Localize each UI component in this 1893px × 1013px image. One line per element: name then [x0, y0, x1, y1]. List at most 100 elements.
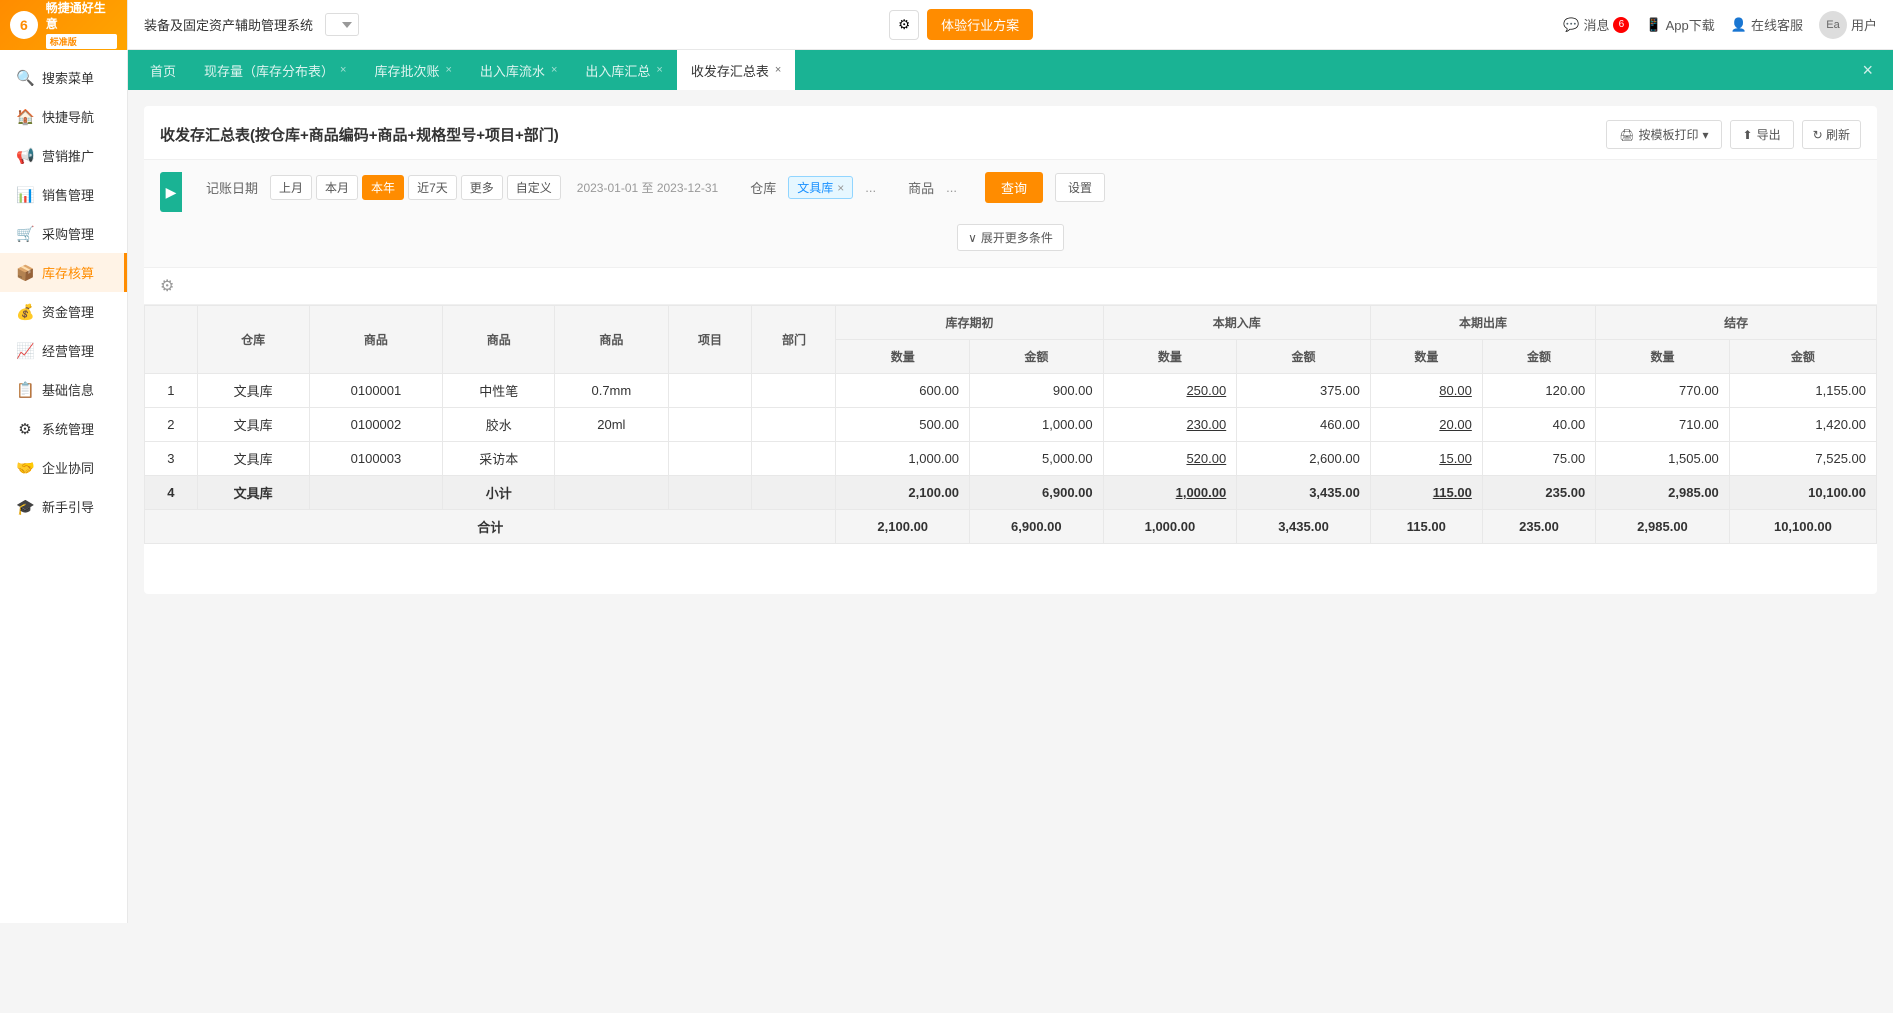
- cell-bal-amt: 1,155.00: [1729, 374, 1876, 408]
- table-settings-icon[interactable]: ⚙: [160, 276, 174, 296]
- sidebar-item-enterprise[interactable]: 🤝 企业协同: [0, 448, 127, 487]
- footer-out-amt: 235.00: [1482, 510, 1595, 544]
- sidebar-label-sales: 销售管理: [42, 185, 94, 204]
- tab-batch-close[interactable]: ×: [445, 64, 451, 76]
- sidebar-item-inventory[interactable]: 📦 库存核算: [0, 253, 127, 292]
- warehouse-tag[interactable]: 文具库 ×: [788, 176, 853, 199]
- sidebar-item-marketing[interactable]: 📢 营销推广: [0, 136, 127, 175]
- th-project: 项目: [668, 306, 752, 374]
- cell-name: 中性笔: [443, 374, 555, 408]
- sidebar-item-sales[interactable]: 📊 销售管理: [0, 175, 127, 214]
- date-btn-thismonth[interactable]: 本月: [316, 175, 358, 200]
- sidebar-item-purchase[interactable]: 🛒 采购管理: [0, 214, 127, 253]
- enterprise-icon: 🤝: [16, 459, 34, 477]
- th-in-amt: 金额: [1237, 340, 1371, 374]
- cell-in-qty: 520.00: [1103, 442, 1237, 476]
- cell-project: [668, 374, 752, 408]
- gear-button[interactable]: ⚙: [889, 10, 919, 40]
- cell-open-qty: 500.00: [836, 408, 970, 442]
- sidebar-item-finance[interactable]: 💰 资金管理: [0, 292, 127, 331]
- sidebar-label-operations: 经营管理: [42, 341, 94, 360]
- sidebar-item-guide[interactable]: 🎓 新手引导: [0, 487, 127, 526]
- tab-stock-summary-close[interactable]: ×: [775, 64, 781, 76]
- tab-summary[interactable]: 出入库汇总 ×: [571, 50, 676, 90]
- marketing-icon: 📢: [16, 147, 34, 165]
- online-service-button[interactable]: 👤 在线客服: [1731, 15, 1803, 34]
- message-icon: 💬: [1563, 17, 1579, 33]
- table-row: 1 文具库 0100001 中性笔 0.7mm 600.00 900.00 25…: [145, 374, 1877, 408]
- date-btn-custom[interactable]: 自定义: [507, 175, 561, 200]
- experience-button[interactable]: 体验行业方案: [927, 9, 1033, 40]
- date-btn-lastmonth[interactable]: 上月: [270, 175, 312, 200]
- system-select[interactable]: [325, 13, 359, 36]
- date-btn-7days[interactable]: 近7天: [408, 175, 457, 200]
- refresh-button[interactable]: ↻ 刷新: [1802, 120, 1861, 149]
- th-bal-amt: 金额: [1729, 340, 1876, 374]
- sidebar-label-purchase: 采购管理: [42, 224, 94, 243]
- export-button[interactable]: ⬆ 导出: [1730, 120, 1794, 149]
- tab-home-label: 首页: [150, 61, 176, 80]
- cell-project: [668, 476, 752, 510]
- tab-batch[interactable]: 库存批次账 ×: [360, 50, 465, 90]
- th-open-qty: 数量: [836, 340, 970, 374]
- th-out-qty: 数量: [1370, 340, 1482, 374]
- tab-flow[interactable]: 出入库流水 ×: [466, 50, 571, 90]
- th-out: 本期出库: [1370, 306, 1595, 340]
- expand-conditions-button[interactable]: ∨ 展开更多条件: [957, 224, 1064, 251]
- gear-icon: ⚙: [898, 17, 910, 33]
- cell-out-qty: 80.00: [1370, 374, 1482, 408]
- query-button[interactable]: 查询: [985, 172, 1043, 203]
- tab-stock-dist[interactable]: 现存量（库存分布表） ×: [190, 50, 360, 90]
- tab-home[interactable]: 首页: [136, 50, 190, 90]
- warehouse-label: 仓库: [750, 178, 776, 197]
- cell-in-amt: 3,435.00: [1237, 476, 1371, 510]
- app-badge: 标准版: [46, 34, 117, 49]
- avatar: Ea: [1819, 11, 1847, 39]
- th-empty: [145, 306, 198, 374]
- sidebar-item-quicknav[interactable]: 🏠 快捷导航: [0, 97, 127, 136]
- sidebar-item-operations[interactable]: 📈 经营管理: [0, 331, 127, 370]
- product-more[interactable]: ...: [946, 180, 957, 195]
- footer-open-qty: 2,100.00: [836, 510, 970, 544]
- cell-bal-amt: 1,420.00: [1729, 408, 1876, 442]
- cell-in-amt: 460.00: [1237, 408, 1371, 442]
- sidebar-item-system[interactable]: ⚙ 系统管理: [0, 409, 127, 448]
- cell-warehouse: 文具库: [197, 374, 309, 408]
- print-button[interactable]: 🖨 按模板打印 ▾: [1606, 120, 1721, 149]
- settings-small-button[interactable]: 设置: [1055, 173, 1105, 202]
- sidebar-header: 6 畅捷通好生意 标准版: [0, 0, 127, 50]
- date-btn-more[interactable]: 更多: [461, 175, 503, 200]
- sidebar-label-marketing: 营销推广: [42, 146, 94, 165]
- cell-in-qty: 230.00: [1103, 408, 1237, 442]
- system-name: 装备及固定资产辅助管理系统: [144, 15, 313, 34]
- tab-flow-close[interactable]: ×: [551, 64, 557, 76]
- user-menu[interactable]: Ea 用户: [1819, 11, 1877, 39]
- cell-in-qty: 1,000.00: [1103, 476, 1237, 510]
- page-title: 收发存汇总表(按仓库+商品编码+商品+规格型号+项目+部门): [160, 124, 559, 145]
- tab-bar-close[interactable]: ×: [1850, 60, 1885, 81]
- tab-stock-dist-close[interactable]: ×: [340, 64, 346, 76]
- cell-open-qty: 2,100.00: [836, 476, 970, 510]
- cell-open-qty: 1,000.00: [836, 442, 970, 476]
- expand-icon: ∨: [968, 231, 977, 245]
- tab-stock-summary[interactable]: 收发存汇总表 ×: [677, 50, 795, 90]
- cell-open-amt: 900.00: [970, 374, 1104, 408]
- date-range-display: 2023-01-01 至 2023-12-31: [577, 179, 718, 196]
- warehouse-tag-close[interactable]: ×: [837, 181, 844, 195]
- filter-toggle-arrow[interactable]: ▶: [160, 172, 182, 212]
- tab-summary-close[interactable]: ×: [656, 64, 662, 76]
- sidebar-label-system: 系统管理: [42, 419, 94, 438]
- app-download-button[interactable]: 📱 App下载: [1645, 15, 1714, 34]
- warehouse-more[interactable]: ...: [865, 180, 876, 195]
- message-button[interactable]: 💬 消息 6: [1563, 15, 1629, 34]
- cell-in-amt: 375.00: [1237, 374, 1371, 408]
- cell-dept: [752, 476, 836, 510]
- sidebar-item-basic[interactable]: 📋 基础信息: [0, 370, 127, 409]
- sidebar-item-search[interactable]: 🔍 搜索菜单: [0, 58, 127, 97]
- cell-code: 0100001: [309, 374, 443, 408]
- cell-spec: [555, 442, 668, 476]
- date-btn-thisyear[interactable]: 本年: [362, 175, 404, 200]
- sidebar-nav: 🔍 搜索菜单 🏠 快捷导航 📢 营销推广 📊 销售管理 🛒 采购管理 📦 库存核…: [0, 50, 127, 534]
- search-icon: 🔍: [16, 69, 34, 87]
- th-dept: 部门: [752, 306, 836, 374]
